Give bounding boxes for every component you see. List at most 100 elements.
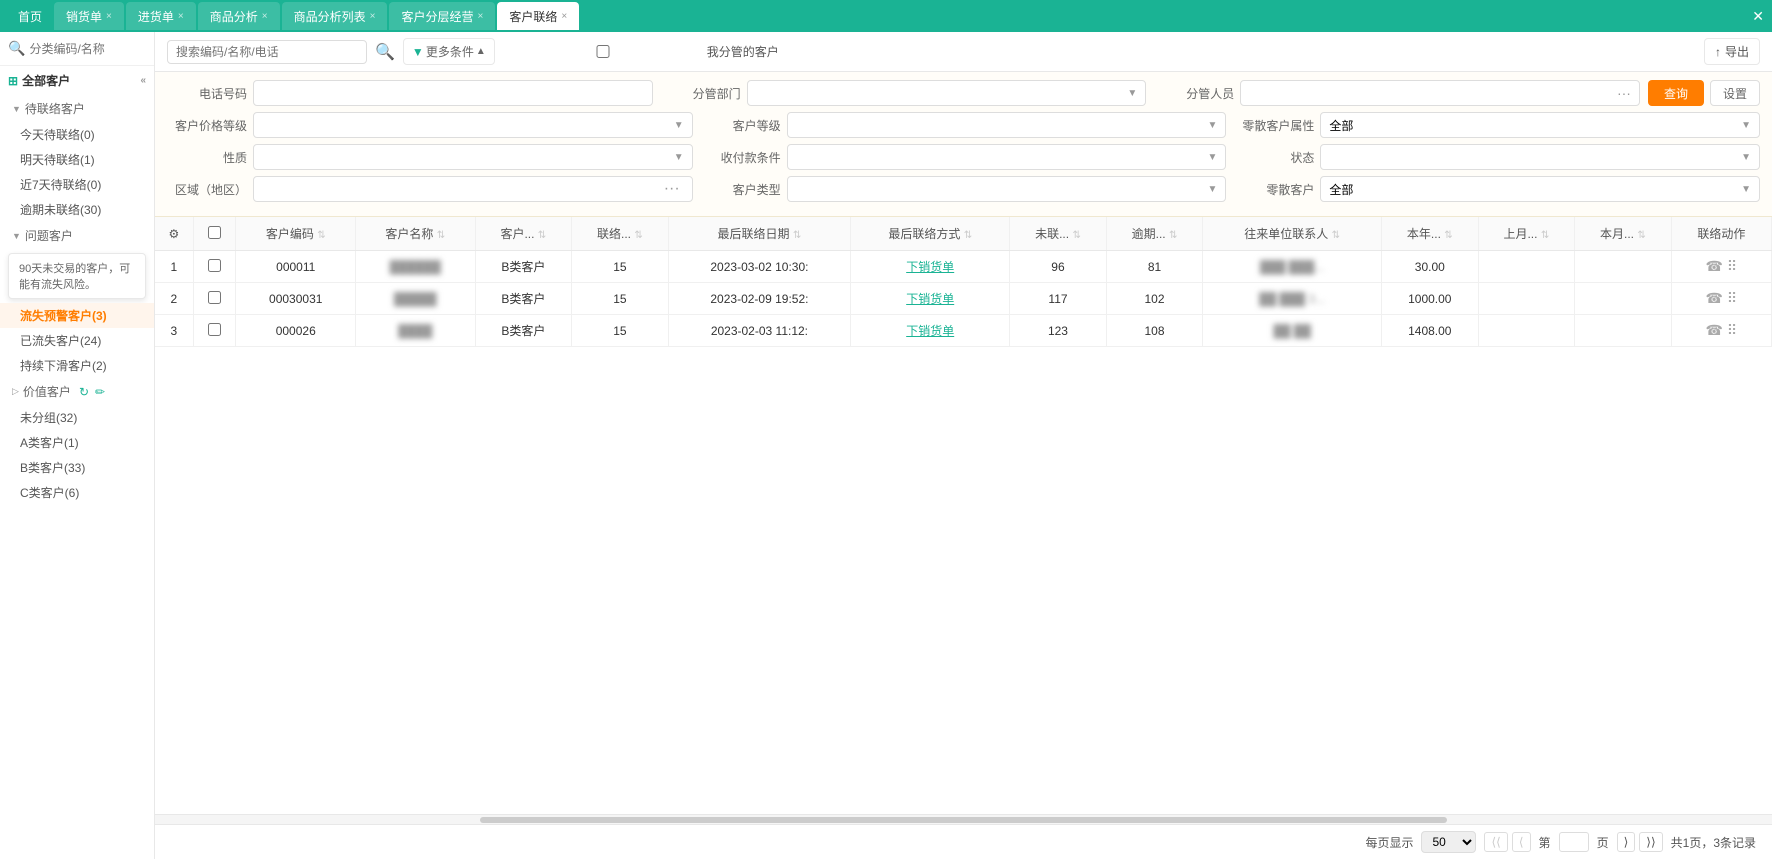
sidebar-item-7days[interactable]: 近7天待联络(0) bbox=[0, 172, 154, 197]
query-button[interactable]: 查询 bbox=[1648, 80, 1704, 106]
select-all-checkbox[interactable] bbox=[208, 226, 221, 239]
action-more-icon[interactable]: ⠿ bbox=[1727, 322, 1737, 339]
last-method-link[interactable]: 下销货单 bbox=[906, 260, 954, 274]
more-icon[interactable]: ··· bbox=[1617, 85, 1631, 101]
search-button[interactable]: 🔍 bbox=[375, 42, 395, 62]
filter-field-phone: 电话号码 bbox=[167, 80, 653, 106]
col-header-contact[interactable]: 联络... ⇅ bbox=[572, 217, 669, 251]
action-contact-icon[interactable]: ☎ bbox=[1705, 322, 1722, 339]
sidebar-group-pending-title[interactable]: ▼ 待联络客户 bbox=[0, 95, 154, 122]
sidebar-item-class-b[interactable]: B类客户(33) bbox=[0, 455, 154, 480]
row-checkbox[interactable] bbox=[193, 251, 236, 283]
collapse-icon[interactable]: « bbox=[140, 75, 146, 86]
arrow-right-icon: ▷ bbox=[12, 386, 19, 397]
tab-close-icon[interactable]: × bbox=[106, 11, 112, 22]
current-page-input[interactable]: 1 bbox=[1559, 832, 1589, 852]
more-conditions-button[interactable]: ▼ 更多条件 ▲ bbox=[403, 38, 495, 65]
col-header-last-method[interactable]: 最后联络方式 ⇅ bbox=[851, 217, 1010, 251]
status-select[interactable]: ▼ bbox=[1320, 144, 1760, 170]
customer-type-select[interactable]: ▼ bbox=[787, 176, 1227, 202]
zero-attr-select[interactable]: 全部 ▼ bbox=[1320, 112, 1760, 138]
last-method-link[interactable]: 下销货单 bbox=[906, 292, 954, 306]
col-header-contact-person[interactable]: 往来单位联系人 ⇅ bbox=[1203, 217, 1382, 251]
scrollbar-thumb[interactable] bbox=[480, 817, 1448, 823]
tab-close-icon[interactable]: × bbox=[370, 11, 376, 22]
row-checkbox[interactable] bbox=[193, 315, 236, 347]
payment-select[interactable]: ▼ bbox=[787, 144, 1227, 170]
settings-button[interactable]: 设置 bbox=[1710, 80, 1760, 106]
row-last-method[interactable]: 下销货单 bbox=[851, 251, 1010, 283]
first-page-button[interactable]: ⟨⟨ bbox=[1484, 832, 1507, 852]
action-contact-icon[interactable]: ☎ bbox=[1705, 290, 1722, 307]
row-select-checkbox[interactable] bbox=[208, 291, 221, 304]
sidebar-item-declining[interactable]: 持续下滑客户(2) bbox=[0, 353, 154, 378]
col-header-last-month[interactable]: 上月... ⇅ bbox=[1478, 217, 1575, 251]
row-select-checkbox[interactable] bbox=[208, 259, 221, 272]
last-page-button[interactable]: ⟩⟩ bbox=[1639, 832, 1662, 852]
advanced-filter-panel: 电话号码 分管部门 ▼ 分管人员 ··· bbox=[155, 72, 1772, 217]
next-page-button[interactable]: ⟩ bbox=[1617, 832, 1636, 852]
tab-home[interactable]: 首页 bbox=[8, 2, 52, 30]
prev-page-button[interactable]: ⟨ bbox=[1512, 832, 1531, 852]
sidebar-item-class-a[interactable]: A类客户(1) bbox=[0, 430, 154, 455]
per-page-select[interactable]: 50 100 200 bbox=[1421, 831, 1476, 853]
checkbox-col-header[interactable] bbox=[193, 217, 236, 251]
horizontal-scrollbar[interactable] bbox=[155, 814, 1772, 824]
edit-icon[interactable]: ✏ bbox=[95, 385, 105, 399]
customer-level-select[interactable]: ▼ bbox=[787, 112, 1227, 138]
row-checkbox[interactable] bbox=[193, 283, 236, 315]
sidebar-search-input[interactable] bbox=[29, 42, 146, 56]
sidebar-item-tomorrow[interactable]: 明天待联络(1) bbox=[0, 147, 154, 172]
tab-close-icon[interactable]: × bbox=[178, 11, 184, 22]
tab-close-icon[interactable]: × bbox=[477, 11, 483, 22]
sidebar-group-value-title[interactable]: ▷ 价值客户 ↻ ✏ bbox=[0, 378, 154, 405]
sidebar-item-today[interactable]: 今天待联络(0) bbox=[0, 122, 154, 147]
row-contact: 15 bbox=[572, 251, 669, 283]
sidebar-item-class-c[interactable]: C类客户(6) bbox=[0, 480, 154, 505]
row-last-method[interactable]: 下销货单 bbox=[851, 283, 1010, 315]
col-header-last-date[interactable]: 最后联络日期 ⇅ bbox=[668, 217, 851, 251]
tab-close-icon[interactable]: × bbox=[262, 11, 268, 22]
col-header-no-contact[interactable]: 未联... ⇅ bbox=[1010, 217, 1107, 251]
col-header-overdue[interactable]: 逾期... ⇅ bbox=[1106, 217, 1203, 251]
price-level-select[interactable]: ▼ bbox=[253, 112, 693, 138]
row-last-method[interactable]: 下销货单 bbox=[851, 315, 1010, 347]
zero-customer-select[interactable]: 全部 ▼ bbox=[1320, 176, 1760, 202]
col-header-this-month[interactable]: 本月... ⇅ bbox=[1575, 217, 1672, 251]
sidebar-group-problem-title[interactable]: ▼ 问题客户 bbox=[0, 222, 154, 249]
col-header-name[interactable]: 客户名称 ⇅ bbox=[356, 217, 476, 251]
area-select[interactable]: ··· bbox=[253, 176, 693, 202]
sidebar-all-customers[interactable]: ⊞ 全部客户 « bbox=[0, 66, 154, 95]
row-select-checkbox[interactable] bbox=[208, 323, 221, 336]
phone-input[interactable] bbox=[253, 80, 653, 106]
tab-customer-tier[interactable]: 客户分层经营 × bbox=[389, 2, 495, 30]
more-icon[interactable]: ··· bbox=[660, 180, 684, 198]
search-input[interactable] bbox=[167, 40, 367, 64]
tab-sales-order[interactable]: 销货单 × bbox=[54, 2, 124, 30]
col-header-this-year[interactable]: 本年... ⇅ bbox=[1382, 217, 1479, 251]
refresh-icon[interactable]: ↻ bbox=[79, 385, 89, 399]
tab-purchase-order[interactable]: 进货单 × bbox=[126, 2, 196, 30]
action-more-icon[interactable]: ⠿ bbox=[1727, 258, 1737, 275]
action-contact-icon[interactable]: ☎ bbox=[1705, 258, 1722, 275]
tab-close-icon[interactable]: × bbox=[561, 11, 567, 22]
dept-select[interactable]: ▼ bbox=[747, 80, 1147, 106]
my-customers-check[interactable] bbox=[503, 45, 703, 58]
export-button[interactable]: ↑ 导出 bbox=[1704, 38, 1760, 65]
settings-col-header[interactable]: ⚙ bbox=[155, 217, 193, 251]
person-select[interactable]: ··· bbox=[1240, 80, 1640, 106]
last-method-link[interactable]: 下销货单 bbox=[906, 324, 954, 338]
tab-product-analysis-list[interactable]: 商品分析列表 × bbox=[282, 2, 388, 30]
gender-select[interactable]: ▼ bbox=[253, 144, 693, 170]
tab-product-analysis[interactable]: 商品分析 × bbox=[198, 2, 280, 30]
sidebar-item-overdue[interactable]: 逾期未联络(30) bbox=[0, 197, 154, 222]
sidebar-item-churned[interactable]: 已流失客户(24) bbox=[0, 328, 154, 353]
sidebar-item-churn-warning[interactable]: 流失预警客户(3) bbox=[0, 303, 154, 328]
col-header-code[interactable]: 客户编码 ⇅ bbox=[236, 217, 356, 251]
my-customers-checkbox[interactable]: 我分管的客户 bbox=[503, 43, 779, 60]
sidebar-item-ungrouped[interactable]: 未分组(32) bbox=[0, 405, 154, 430]
action-more-icon[interactable]: ⠿ bbox=[1727, 290, 1737, 307]
window-close-button[interactable]: ✕ bbox=[1752, 8, 1764, 25]
tab-customer-contact[interactable]: 客户联络 × bbox=[497, 2, 579, 30]
col-header-type[interactable]: 客户... ⇅ bbox=[475, 217, 572, 251]
